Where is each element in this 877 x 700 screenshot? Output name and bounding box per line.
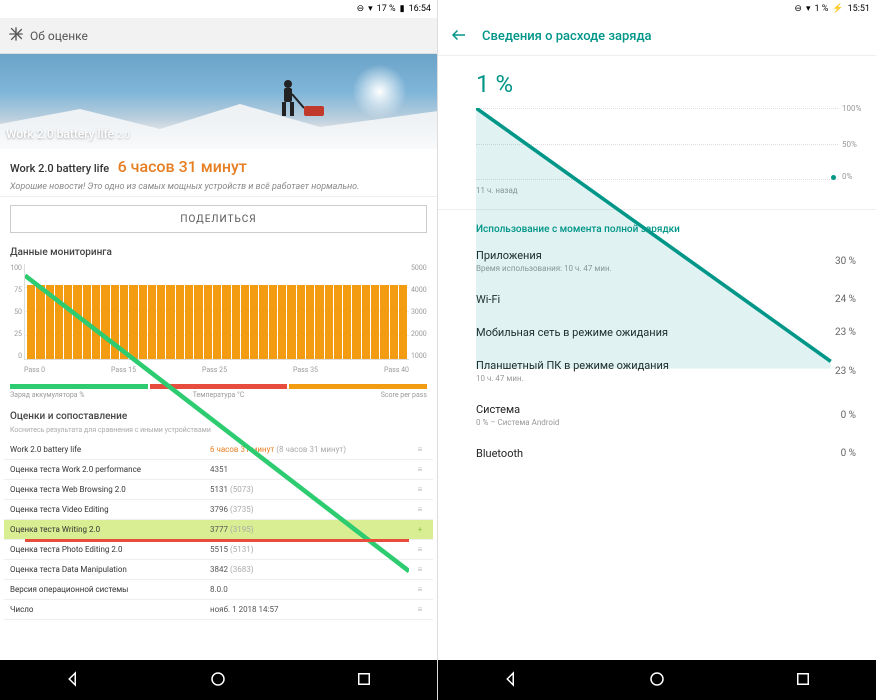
result-summary: Work 2.0 battery life 6 часов 31 минут Х… — [0, 149, 437, 197]
yr-tick: 4000 — [411, 286, 431, 294]
more-icon[interactable]: ≡ — [413, 485, 427, 494]
y-tick: 50% — [842, 140, 872, 149]
more-icon[interactable]: ≡ — [413, 585, 427, 594]
more-icon[interactable]: ≡ — [413, 505, 427, 514]
item-name: Bluetooth — [476, 447, 841, 460]
monitoring-chart: 100 75 50 25 0 5000 4000 3000 2000 1000 — [0, 260, 437, 380]
back-nav-icon[interactable] — [502, 670, 520, 691]
hero-banner: Work 2.0 battery life 2.0 — [0, 54, 437, 149]
usage-item[interactable]: Bluetooth0 % — [438, 437, 876, 470]
result-title: Work 2.0 battery life — [10, 162, 109, 175]
yr-tick: 2000 — [411, 330, 431, 338]
result-value: 6 часов 31 минут — [118, 157, 247, 176]
clock: 15:51 — [848, 4, 870, 14]
x-tick: Pass 40 — [384, 366, 409, 374]
clock: 16:54 — [409, 4, 431, 14]
back-nav-icon[interactable] — [64, 670, 82, 691]
item-value: 23 % — [835, 327, 856, 338]
monitoring-title: Данные мониторинга — [0, 241, 437, 260]
battery-percentage: 1 % — [438, 56, 876, 102]
back-icon[interactable] — [450, 26, 468, 47]
item-value: 30 % — [835, 256, 856, 267]
status-bar: ⊖ ▾ 1 % ⚡ 15:51 — [438, 0, 876, 18]
share-button[interactable]: ПОДЕЛИТЬСЯ — [10, 205, 427, 233]
y-tick: 100% — [842, 104, 872, 113]
app-bar: Об оценке — [0, 18, 437, 54]
item-value: 0 % — [841, 410, 856, 421]
benchmark-screen: ⊖ ▾ 17 % ▮ 16:54 Об оценке Work 2.0 batt… — [0, 0, 438, 700]
wifi-icon: ▾ — [806, 4, 811, 14]
yr-tick: 5000 — [411, 264, 431, 272]
status-bar: ⊖ ▾ 17 % ▮ 16:54 — [0, 0, 437, 18]
battery-icon: ▮ — [400, 4, 405, 14]
yl-tick: 100 — [8, 264, 22, 272]
more-icon[interactable]: ≡ — [413, 605, 427, 614]
item-value: 24 % — [835, 294, 856, 305]
usage-item[interactable]: Система 0 % – Система Android0 % — [438, 393, 876, 437]
yl-tick: 0 — [8, 352, 22, 360]
yr-tick: 1000 — [411, 352, 431, 360]
plus-icon[interactable]: + — [413, 525, 427, 534]
item-name: Система — [476, 403, 841, 416]
battery-pct: 17 % — [377, 4, 396, 14]
wifi-icon: ▾ — [368, 4, 373, 14]
do-not-disturb-icon: ⊖ — [794, 4, 802, 14]
item-sub: 10 ч. 47 мин. — [476, 374, 835, 383]
item-sub: 0 % – Система Android — [476, 418, 841, 427]
item-value: 23 % — [835, 366, 856, 377]
item-value: 0 % — [841, 448, 856, 459]
hero-title: Work 2.0 battery life — [6, 127, 114, 141]
x-tick: Pass 25 — [202, 366, 227, 374]
home-nav-icon[interactable] — [209, 670, 227, 691]
battery-charging-icon: ⚡ — [832, 4, 843, 14]
battery-chart[interactable]: 100% 50% 0% — [476, 108, 838, 180]
yl-tick: 25 — [8, 330, 22, 338]
yl-tick: 50 — [8, 308, 22, 316]
do-not-disturb-icon: ⊖ — [357, 4, 365, 14]
recent-nav-icon[interactable] — [794, 670, 812, 691]
more-icon[interactable]: ≡ — [413, 545, 427, 554]
snowflake-icon — [8, 26, 24, 45]
battery-screen: ⊖ ▾ 1 % ⚡ 15:51 Сведения о расходе заряд… — [438, 0, 876, 700]
battery-pct: 1 % — [814, 4, 828, 14]
page-title: Об оценке — [30, 29, 88, 43]
more-icon[interactable]: ≡ — [413, 445, 427, 454]
yr-tick: 3000 — [411, 308, 431, 316]
hero-version: 2.0 — [117, 131, 130, 141]
x-tick: Pass 0 — [24, 366, 45, 374]
x-tick: Pass 35 — [293, 366, 318, 374]
y-tick: 0% — [842, 172, 872, 181]
more-icon[interactable]: ≡ — [413, 465, 427, 474]
home-nav-icon[interactable] — [648, 670, 666, 691]
x-tick: Pass 15 — [111, 366, 136, 374]
yl-tick: 75 — [8, 286, 22, 294]
recent-nav-icon[interactable] — [355, 670, 373, 691]
page-title: Сведения о расходе заряда — [482, 29, 652, 44]
app-bar: Сведения о расходе заряда — [438, 18, 876, 56]
nav-bar — [0, 660, 437, 700]
more-icon[interactable]: ≡ — [413, 565, 427, 574]
nav-bar — [438, 660, 876, 700]
result-message: Хорошие новости! Это одно из самых мощны… — [10, 182, 427, 192]
